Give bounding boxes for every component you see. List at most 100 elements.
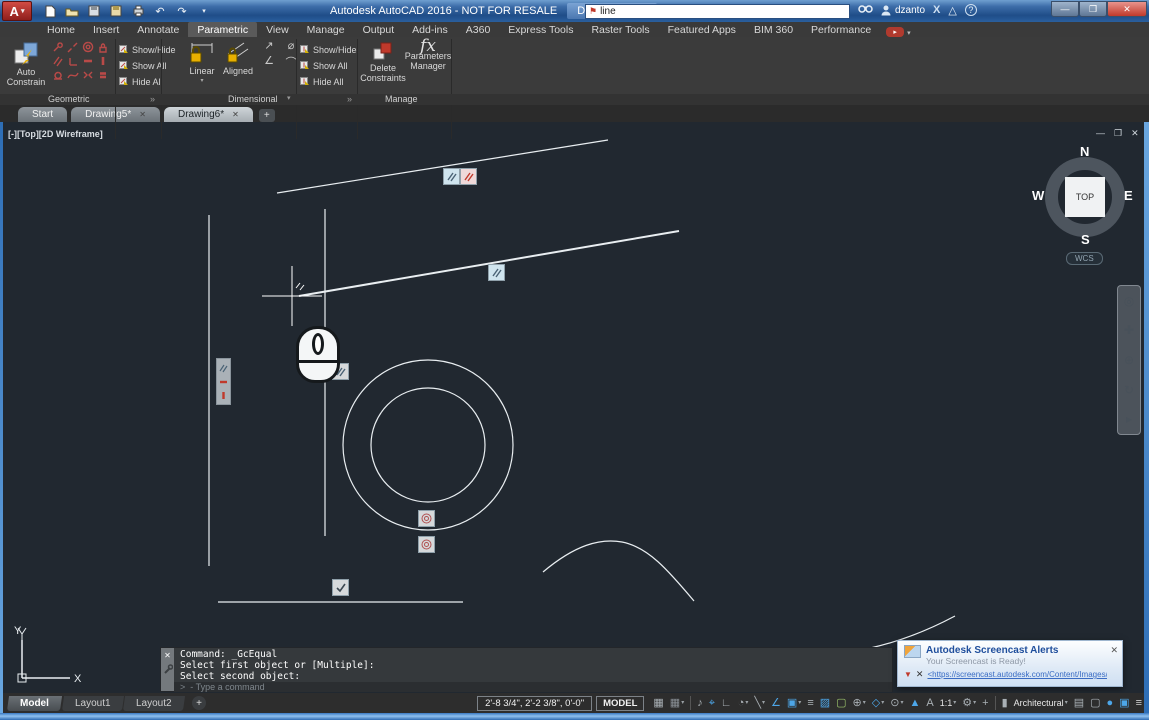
- constraint-mini-toolbar[interactable]: [216, 358, 231, 405]
- application-menu-button[interactable]: A ▾: [2, 1, 32, 21]
- chevron-down-icon[interactable]: ▾: [1065, 694, 1068, 712]
- screencast-record-icon[interactable]: ▸: [886, 27, 905, 37]
- parallel-constraint-button[interactable]: [50, 54, 65, 68]
- new-file-button[interactable]: [42, 4, 58, 18]
- status-toggle-infer-constraints[interactable]: ♪: [694, 694, 706, 712]
- customize-wrench-icon[interactable]: [163, 664, 173, 674]
- linear-dimension-button[interactable]: Linear ▾: [186, 40, 218, 86]
- status-toggle-isometric-drafting[interactable]: ╲ ▾: [751, 694, 768, 712]
- infocenter-search[interactable]: ⚑ line: [585, 4, 850, 19]
- wcs-dropdown[interactable]: WCS: [1066, 252, 1103, 265]
- status-toggle-snap-mode[interactable]: ▦ ▾: [667, 694, 687, 712]
- equal-constraint-button[interactable]: [95, 68, 110, 82]
- open-file-button[interactable]: [64, 4, 80, 18]
- symmetric-constraint-button[interactable]: [80, 68, 95, 82]
- ribbon-tab-output[interactable]: Output: [354, 22, 404, 37]
- status-toggle-ortho-mode[interactable]: ∟: [718, 694, 735, 712]
- file-tab-close-icon[interactable]: ✕: [139, 110, 146, 119]
- chevron-down-icon[interactable]: ▾: [745, 694, 748, 712]
- ribbon-tab-performance[interactable]: Performance: [802, 22, 880, 37]
- dimensional-panel-label[interactable]: Dimensional: [228, 94, 278, 104]
- status-toggle-units[interactable]: Architectural ▾: [1011, 694, 1071, 712]
- signin-user[interactable]: dzanto: [881, 5, 925, 16]
- geometric-hide-all-button[interactable]: Hide All: [119, 74, 163, 89]
- viewcube[interactable]: TOP N W E S WCS: [1032, 144, 1133, 268]
- radial-dimension-button[interactable]: ↗: [258, 39, 280, 54]
- command-line-window[interactable]: ✕ Command: _GcEqual Select first object o…: [160, 647, 893, 692]
- concentric-constraint-button[interactable]: [80, 40, 95, 54]
- aligned-dimension-button[interactable]: Aligned: [221, 40, 255, 76]
- chevron-down-icon[interactable]: ▾: [798, 694, 801, 712]
- fix-constraint-button[interactable]: [95, 40, 110, 54]
- model-space-button[interactable]: MODEL: [596, 695, 645, 711]
- dimensional-show-hide-button[interactable]: Show/Hide: [300, 42, 357, 57]
- undo-button[interactable]: ↶: [152, 4, 168, 18]
- status-toggle-hardware-acceleration[interactable]: ▣: [1116, 694, 1132, 712]
- search-binoculars-icon[interactable]: [858, 3, 873, 17]
- concentric-constraint-badge[interactable]: [418, 536, 435, 553]
- status-toggle-annotation-visibility[interactable]: ▲: [907, 694, 924, 712]
- status-toggle-selection-filtering[interactable]: ⊙ ▾: [887, 694, 906, 712]
- status-toggle-dynamic-input[interactable]: ⌖: [706, 694, 718, 712]
- orbit-tool[interactable]: ↻: [1124, 383, 1134, 397]
- geometric-show-all-button[interactable]: Show All: [119, 58, 167, 73]
- vertical-constraint-button[interactable]: [95, 54, 110, 68]
- chevron-down-icon[interactable]: ▾: [973, 694, 976, 712]
- diameter-dimension-button[interactable]: ⌀: [280, 39, 302, 54]
- autodesk-exchange-icon[interactable]: △: [948, 4, 956, 17]
- ribbon-tab-a360[interactable]: A360: [457, 22, 500, 37]
- geometric-panel-label[interactable]: Geometric: [48, 94, 90, 104]
- status-toggle-lineweight[interactable]: ≡: [804, 694, 816, 712]
- chevron-down-icon[interactable]: ▾: [863, 694, 866, 712]
- ribbon-tab-manage[interactable]: Manage: [298, 22, 354, 37]
- ribbon-tab-raster-tools[interactable]: Raster Tools: [582, 22, 658, 37]
- a360-x-icon[interactable]: X: [933, 4, 940, 16]
- chevron-down-icon[interactable]: ▾: [881, 694, 884, 712]
- viewcube-south[interactable]: S: [1081, 232, 1090, 247]
- close-button[interactable]: ✕: [1107, 1, 1147, 17]
- save-as-button[interactable]: [108, 4, 124, 18]
- notification-dismiss-icon[interactable]: ✕: [916, 669, 924, 680]
- command-input[interactable]: > - Type a command: [174, 682, 892, 692]
- chevron-down-icon[interactable]: ▾: [681, 694, 684, 712]
- maximize-button[interactable]: ❐: [1079, 1, 1107, 17]
- status-toggle-grid-display[interactable]: ▦: [650, 694, 666, 712]
- status-toggle-autoscale[interactable]: A: [923, 694, 936, 712]
- manage-panel-label[interactable]: Manage: [385, 94, 418, 104]
- record-dropdown-icon[interactable]: ▾: [907, 29, 911, 37]
- showmotion-tool[interactable]: ▸: [1126, 412, 1132, 426]
- layout-tab-layout2[interactable]: Layout2: [123, 695, 186, 711]
- angular-dimension-button[interactable]: ∠: [258, 54, 280, 69]
- viewport-restore-icon[interactable]: ❐: [1114, 128, 1122, 139]
- file-tab-start[interactable]: Start: [18, 107, 68, 122]
- horizontal-constraint-button[interactable]: [80, 54, 95, 68]
- geometric-show-hide-button[interactable]: Show/Hide: [119, 42, 176, 57]
- notification-close-icon[interactable]: ✕: [1110, 645, 1118, 656]
- layout-tab-layout1[interactable]: Layout1: [61, 695, 124, 711]
- viewport-controls-label[interactable]: [-][Top][2D Wireframe]: [8, 129, 103, 139]
- ribbon-tab-insert[interactable]: Insert: [84, 22, 128, 37]
- concentric-constraint-badge[interactable]: [418, 510, 435, 527]
- layout-tab-model[interactable]: Model: [6, 695, 62, 711]
- notification-link[interactable]: <https://screencast.autodesk.com/Content…: [927, 670, 1107, 679]
- dimensional-hide-all-button[interactable]: Hide All: [300, 74, 344, 89]
- dimensional-panel-expander-icon[interactable]: »: [347, 94, 352, 104]
- viewcube-east[interactable]: E: [1124, 188, 1133, 203]
- ribbon-tab-bim-360[interactable]: BIM 360: [745, 22, 802, 37]
- status-toggle-annotation-add[interactable]: +: [979, 694, 991, 712]
- status-toggle-quick-calc[interactable]: ▤: [1071, 694, 1087, 712]
- qat-dropdown-button[interactable]: ▾: [196, 4, 212, 18]
- search-input-value[interactable]: line: [600, 6, 616, 17]
- parameters-manager-button[interactable]: fx Parameters Manager: [405, 38, 452, 72]
- file-tab-drawing6[interactable]: Drawing6* ✕: [163, 107, 253, 122]
- plot-button[interactable]: [130, 4, 146, 18]
- tangent-constraint-button[interactable]: [50, 68, 65, 82]
- status-toggle-transparency[interactable]: ▨: [817, 694, 833, 712]
- status-toggle-workspace[interactable]: ⚙ ▾: [959, 694, 979, 712]
- convert-dimension-button[interactable]: ⌒: [280, 54, 302, 69]
- navigation-wheel[interactable]: ◎: [1124, 294, 1134, 308]
- parallel-pair-constraint-badge[interactable]: [443, 168, 477, 185]
- status-toggle-annotation-scale[interactable]: 1:1 ▾: [937, 694, 960, 712]
- viewport-minimize-icon[interactable]: —: [1096, 128, 1105, 139]
- status-toggle-3d-object-snap[interactable]: ⊕ ▾: [850, 694, 869, 712]
